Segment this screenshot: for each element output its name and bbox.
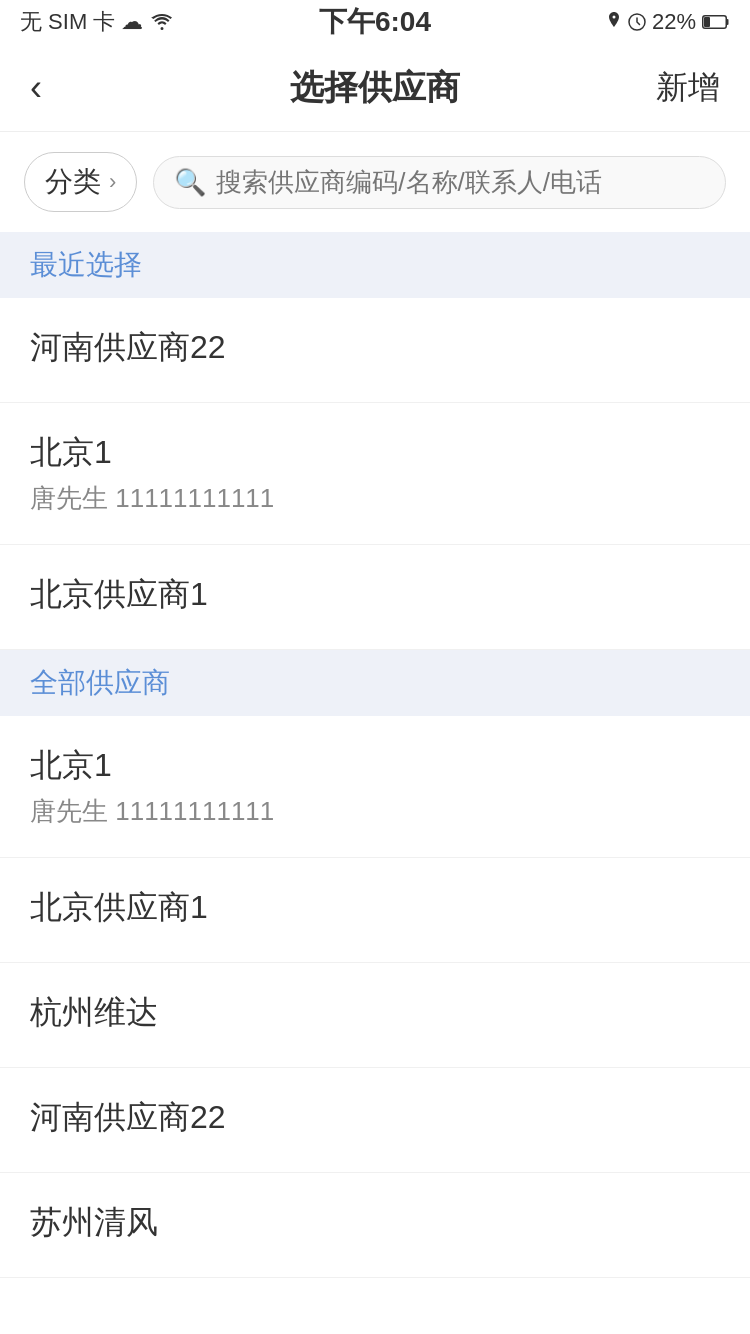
filter-row: 分类 › 🔍 bbox=[0, 132, 750, 232]
item-name: 北京1 bbox=[30, 431, 720, 475]
recent-section-header: 最近选择 bbox=[0, 232, 750, 298]
back-button[interactable]: ‹ bbox=[30, 67, 90, 109]
list-item[interactable]: 北京供应商1 bbox=[0, 858, 750, 963]
list-item[interactable]: 河南供应商22 bbox=[0, 298, 750, 403]
item-name: 北京供应商1 bbox=[30, 573, 720, 617]
item-subtitle: 唐先生 11111111111 bbox=[30, 481, 720, 516]
all-section-header: 全部供应商 bbox=[0, 650, 750, 716]
location-icon bbox=[606, 12, 622, 32]
category-label: 分类 bbox=[45, 163, 101, 201]
battery-icon bbox=[702, 15, 730, 29]
add-button[interactable]: 新增 bbox=[656, 66, 720, 110]
category-filter-button[interactable]: 分类 › bbox=[24, 152, 137, 212]
status-right: 22% bbox=[606, 9, 730, 35]
list-item[interactable]: 苏州清风 bbox=[0, 1173, 750, 1278]
chevron-right-icon: › bbox=[109, 169, 116, 195]
list-item[interactable]: 杭州维达 bbox=[0, 963, 750, 1068]
all-list: 北京1 唐先生 11111111111 北京供应商1 杭州维达河南供应商22 苏州清风 bbox=[0, 716, 750, 1278]
search-icon: 🔍 bbox=[174, 167, 206, 198]
recent-list: 河南供应商22 北京1 唐先生 11111111111 北京供应商1 bbox=[0, 298, 750, 650]
item-name: 河南供应商22 bbox=[30, 326, 720, 370]
search-input[interactable] bbox=[216, 167, 705, 198]
item-name: 河南供应商22 bbox=[30, 1096, 720, 1140]
battery-label: 22% bbox=[652, 9, 696, 35]
item-name: 北京1 bbox=[30, 744, 720, 788]
nav-bar: ‹ 选择供应商 新增 bbox=[0, 44, 750, 132]
wifi-icon bbox=[151, 14, 173, 30]
sim-label: 无 SIM 卡 ☁ bbox=[20, 7, 143, 37]
list-item[interactable]: 北京供应商1 bbox=[0, 545, 750, 650]
list-item[interactable]: 北京1 唐先生 11111111111 bbox=[0, 716, 750, 858]
search-box[interactable]: 🔍 bbox=[153, 156, 726, 209]
svg-rect-2 bbox=[704, 17, 710, 27]
page-title: 选择供应商 bbox=[290, 65, 460, 111]
item-name: 杭州维达 bbox=[30, 991, 720, 1035]
status-bar: 无 SIM 卡 ☁ 下午6:04 22% bbox=[0, 0, 750, 44]
item-subtitle: 唐先生 11111111111 bbox=[30, 794, 720, 829]
list-item[interactable]: 北京1 唐先生 11111111111 bbox=[0, 403, 750, 545]
item-name: 北京供应商1 bbox=[30, 886, 720, 930]
item-name: 苏州清风 bbox=[30, 1201, 720, 1245]
list-item[interactable]: 河南供应商22 bbox=[0, 1068, 750, 1173]
status-left: 无 SIM 卡 ☁ bbox=[20, 7, 173, 37]
clock-icon bbox=[628, 13, 646, 31]
status-time: 下午6:04 bbox=[319, 3, 431, 41]
